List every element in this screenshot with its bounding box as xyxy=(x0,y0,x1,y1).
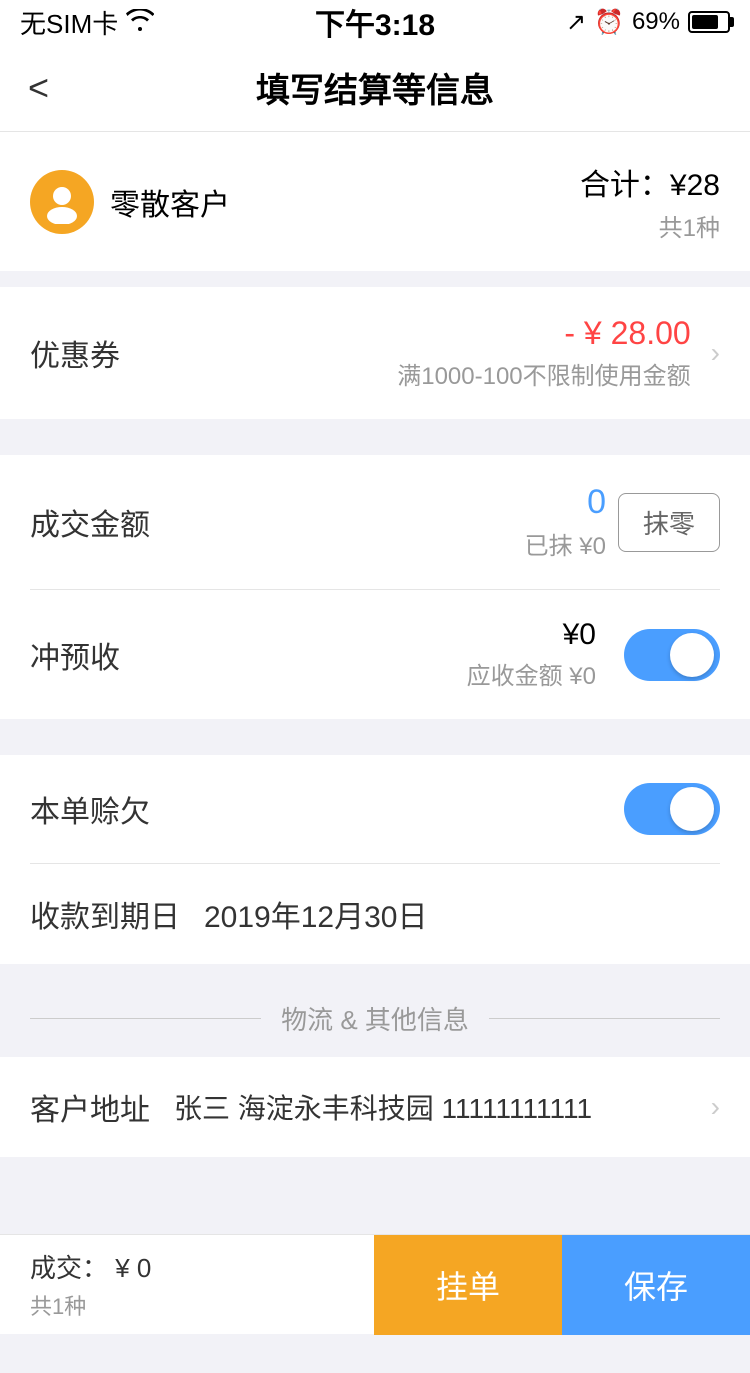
total-amount: 合计：¥28 xyxy=(580,160,720,204)
status-left: 无SIM卡 xyxy=(20,4,154,41)
prepay-right: ¥0 应收金额 ¥0 xyxy=(467,618,720,691)
coupon-amount: - ¥ 28.00 xyxy=(397,315,690,352)
prepay-amount: ¥0 xyxy=(563,618,596,652)
status-right: ↗ ⏰ 69% xyxy=(566,8,730,37)
customer-row: 零散客户 合计：¥28 共1种 xyxy=(0,132,750,271)
customer-name: 零散客户 xyxy=(110,180,230,224)
section-separator-2 xyxy=(0,735,750,755)
due-date-label: 收款到期日 xyxy=(30,892,180,936)
nav-bar: < 填写结算等信息 xyxy=(0,44,750,132)
due-date-row: 收款到期日 2019年12月30日 xyxy=(0,864,750,964)
total-count: 共1种 xyxy=(580,208,720,243)
address-section[interactable]: 客户地址 张三 海淀永丰科技园 11111111111 › xyxy=(0,1057,750,1157)
toggle-knob xyxy=(670,633,714,677)
debt-label: 本单赊欠 xyxy=(30,787,150,831)
customer-left: 零散客户 xyxy=(30,170,230,234)
coupon-label: 优惠券 xyxy=(30,331,120,375)
chevron-right-icon: › xyxy=(711,337,720,369)
location-icon: ↗ xyxy=(566,8,586,37)
logistics-label: 物流 & 其他信息 xyxy=(281,1000,469,1037)
customer-right: 合计：¥28 共1种 xyxy=(580,160,720,243)
status-time: 下午3:18 xyxy=(315,0,435,44)
prepay-amounts: ¥0 应收金额 ¥0 xyxy=(467,618,596,691)
bottom-summary: 成交： ¥ 0 共1种 xyxy=(0,1248,374,1321)
content: 零散客户 合计：¥28 共1种 优惠券 - ¥ 28.00 满1000-100不… xyxy=(0,132,750,1373)
prepay-sub: 应收金额 ¥0 xyxy=(467,656,596,691)
section-separator-1 xyxy=(0,435,750,455)
bottom-deal-label: 成交： ¥ 0 xyxy=(30,1248,344,1285)
deal-amount-row: 成交金额 0 已抹 ¥0 抹零 xyxy=(0,455,750,589)
address-value: 张三 海淀永丰科技园 11111111111 xyxy=(174,1087,679,1127)
coupon-desc: 满1000-100不限制使用金额 xyxy=(397,356,690,391)
deal-amount-right: 0 已抹 ¥0 抹零 xyxy=(525,483,720,561)
hang-button[interactable]: 挂单 xyxy=(374,1235,562,1335)
deal-amount-section: 成交金额 0 已抹 ¥0 抹零 冲预收 ¥0 应收金额 ¥0 xyxy=(0,455,750,719)
prepay-toggle[interactable] xyxy=(624,629,720,681)
bottom-count-label: 共1种 xyxy=(30,1289,344,1321)
back-button[interactable]: < xyxy=(28,67,49,109)
status-bar: 无SIM卡 下午3:18 ↗ ⏰ 69% xyxy=(0,0,750,44)
avatar xyxy=(30,170,94,234)
logistics-line-right xyxy=(489,1018,720,1019)
prepay-row: 冲预收 ¥0 应收金额 ¥0 xyxy=(0,590,750,719)
debt-toggle-knob xyxy=(670,787,714,831)
save-button[interactable]: 保存 xyxy=(562,1235,750,1335)
coupon-right: - ¥ 28.00 满1000-100不限制使用金额 › xyxy=(397,315,720,391)
due-date-value: 2019年12月30日 xyxy=(204,892,427,936)
prepay-label: 冲预收 xyxy=(30,633,120,677)
battery-icon xyxy=(688,11,730,33)
deal-amount-sub: 已抹 ¥0 xyxy=(525,526,606,561)
wifi-icon xyxy=(126,7,154,38)
logistics-section: 物流 & 其他信息 xyxy=(0,980,750,1057)
deal-amount-value: 0 xyxy=(525,483,606,522)
address-row[interactable]: 客户地址 张三 海淀永丰科技园 11111111111 › xyxy=(0,1057,750,1157)
network-label: 无SIM卡 xyxy=(20,4,118,41)
coupon-row[interactable]: 优惠券 - ¥ 28.00 满1000-100不限制使用金额 › xyxy=(0,287,750,419)
address-chevron-icon: › xyxy=(711,1091,720,1123)
debt-row: 本单赊欠 xyxy=(0,755,750,863)
deal-amount-label: 成交金额 xyxy=(30,500,150,544)
customer-section: 零散客户 合计：¥28 共1种 xyxy=(0,132,750,271)
page-title: 填写结算等信息 xyxy=(256,63,494,112)
debt-toggle[interactable] xyxy=(624,783,720,835)
round-button[interactable]: 抹零 xyxy=(618,493,720,552)
battery-percentage: 69% xyxy=(632,8,680,36)
bottom-bar: 成交： ¥ 0 共1种 挂单 保存 xyxy=(0,1234,750,1334)
debt-section: 本单赊欠 收款到期日 2019年12月30日 xyxy=(0,755,750,964)
logistics-line-left xyxy=(30,1018,261,1019)
alarm-icon: ⏰ xyxy=(594,8,624,37)
address-label: 客户地址 xyxy=(30,1085,150,1129)
coupon-section[interactable]: 优惠券 - ¥ 28.00 满1000-100不限制使用金额 › xyxy=(0,287,750,419)
